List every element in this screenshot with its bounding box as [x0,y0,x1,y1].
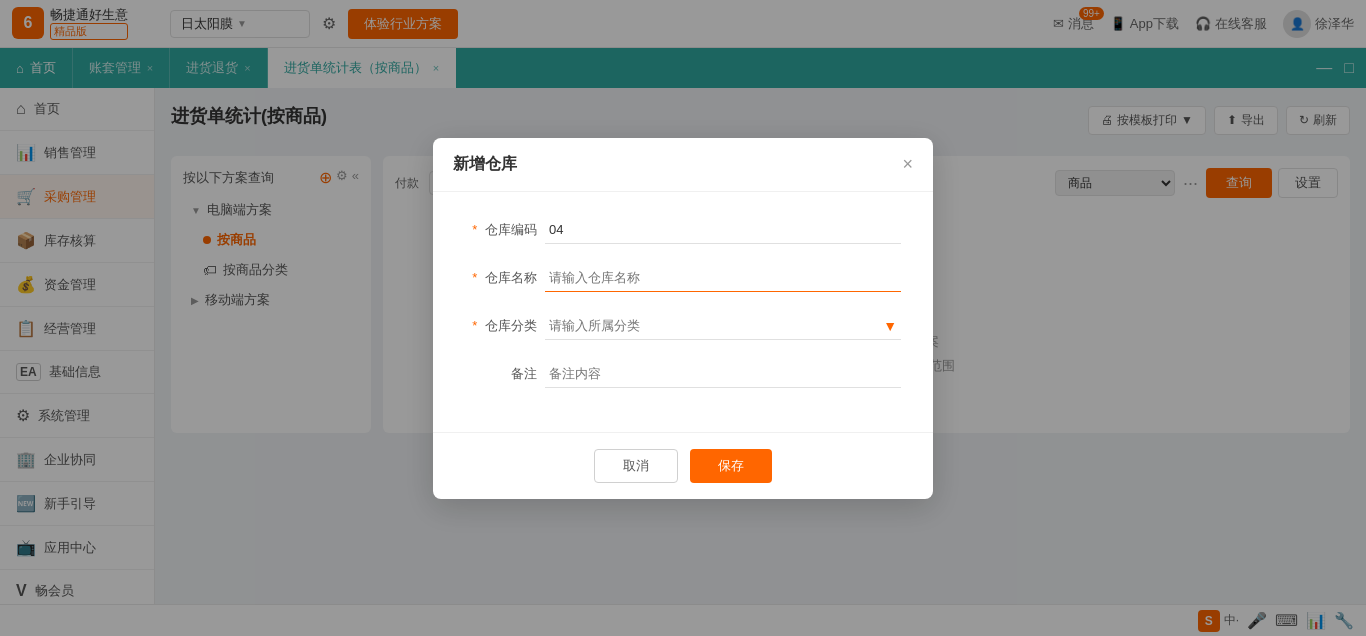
form-row-note: 备注 [465,360,901,388]
note-input[interactable] [545,360,901,388]
category-input[interactable] [545,312,901,340]
name-label: * 仓库名称 [465,269,545,287]
name-input[interactable] [545,264,901,292]
cancel-button[interactable]: 取消 [594,449,678,483]
modal-title: 新增仓库 [453,154,517,175]
modal-dialog: 新增仓库 × * 仓库编码 * 仓库名称 [433,138,933,499]
category-select-wrap: ▼ [545,312,901,340]
code-label: * 仓库编码 [465,221,545,239]
form-row-name: * 仓库名称 [465,264,901,292]
code-required-mark: * [472,222,477,237]
note-label: 备注 [465,365,545,383]
modal-body: * 仓库编码 * 仓库名称 * 仓库分类 [433,192,933,432]
category-label: * 仓库分类 [465,317,545,335]
form-row-code: * 仓库编码 [465,216,901,244]
modal-header: 新增仓库 × [433,138,933,192]
modal-overlay: 新增仓库 × * 仓库编码 * 仓库名称 [0,0,1366,636]
save-button[interactable]: 保存 [690,449,772,483]
modal-close-button[interactable]: × [902,154,913,175]
form-row-category: * 仓库分类 ▼ [465,312,901,340]
name-required-mark: * [472,270,477,285]
modal-footer: 取消 保存 [433,432,933,499]
code-input[interactable] [545,216,901,244]
category-required-mark: * [472,318,477,333]
